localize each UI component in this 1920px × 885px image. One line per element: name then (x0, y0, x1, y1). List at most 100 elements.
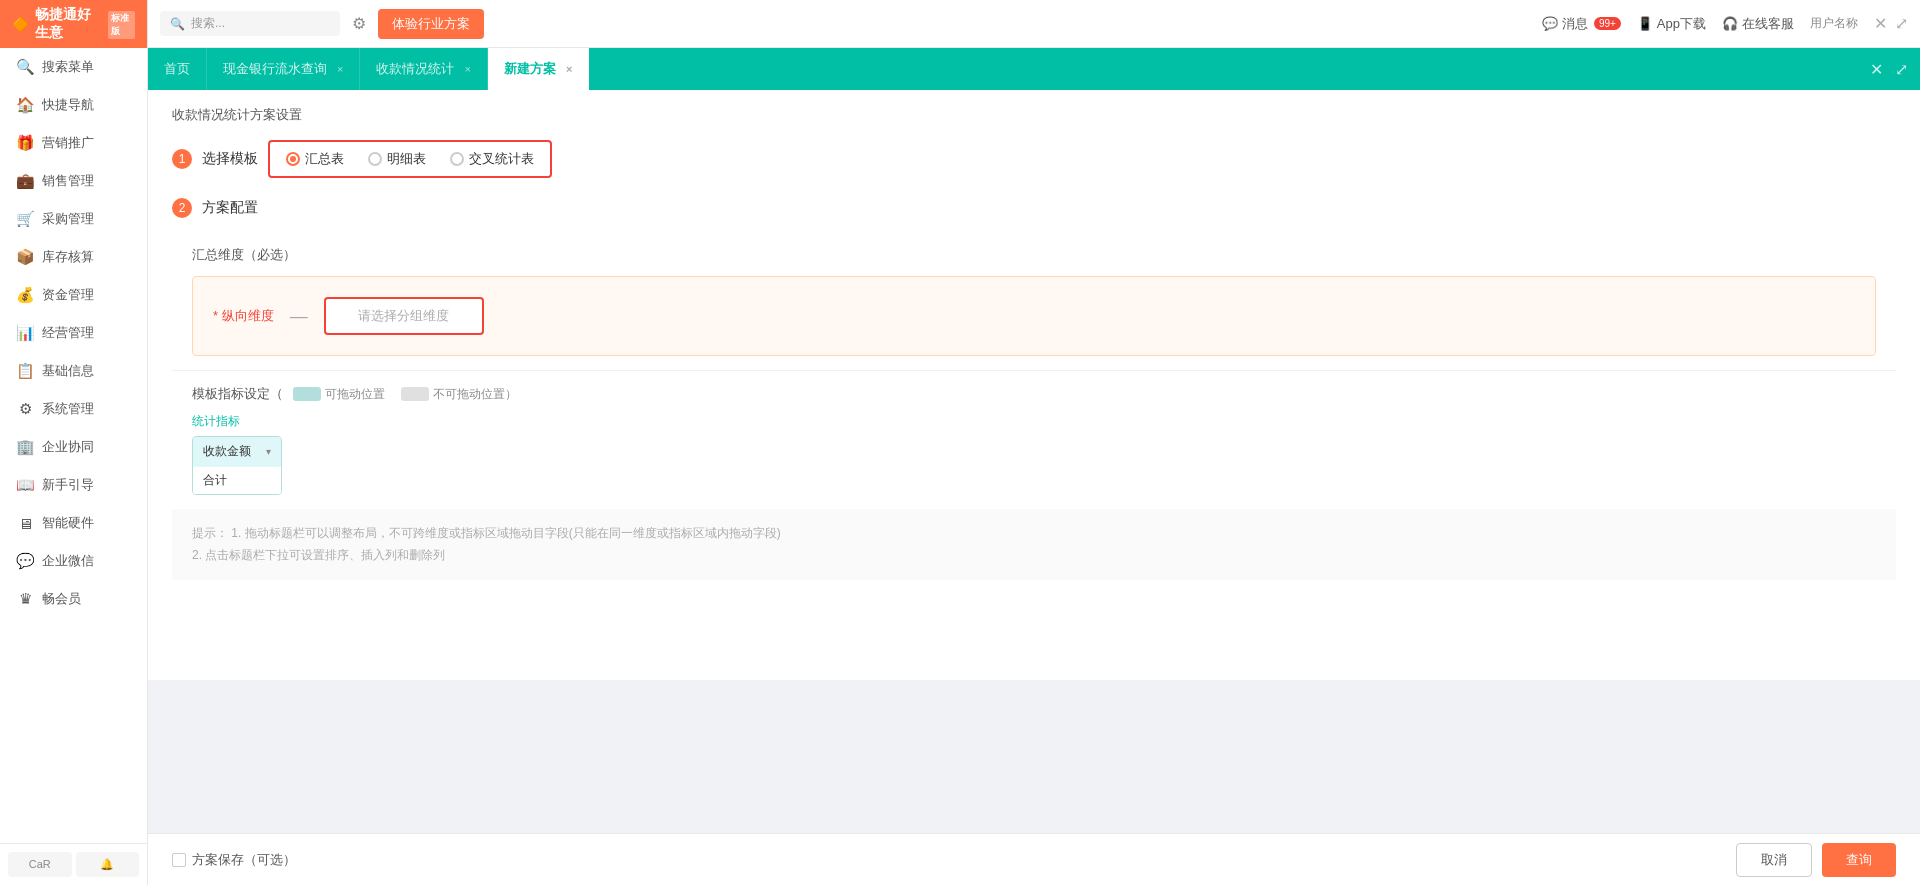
sidebar-item-13[interactable]: 💬 企业微信 (0, 542, 147, 580)
sidebar-logo: 🔶 畅捷通好生意 标准版 (0, 0, 147, 48)
sidebar-label-5: 库存核算 (42, 248, 94, 266)
template-option-cross[interactable]: 交叉统计表 (450, 150, 534, 168)
sidebar-icon-10: 🏢 (16, 438, 34, 456)
sidebar-item-11[interactable]: 📖新手引导 (0, 466, 147, 504)
sidebar-item-2[interactable]: 🎁营销推广 (0, 124, 147, 162)
radio-detail[interactable] (368, 152, 382, 166)
sidebar-icon-8: 📋 (16, 362, 34, 380)
step1-number: 1 (172, 149, 192, 169)
sidebar-label-7: 经营管理 (42, 324, 94, 342)
step1-label: 选择模板 (202, 150, 258, 168)
sidebar-icon-11: 📖 (16, 476, 34, 494)
step1-header: 1 选择模板 汇总表 明细表 交叉统计表 (172, 140, 1896, 178)
cancel-button[interactable]: 取消 (1736, 843, 1812, 877)
radio-summary[interactable] (286, 152, 300, 166)
template-option-detail[interactable]: 明细表 (368, 150, 426, 168)
template-detail-label: 明细表 (387, 150, 426, 168)
sidebar-item-0[interactable]: 🔍 搜索菜单 (0, 48, 147, 86)
dimension-arrow: — (290, 306, 308, 327)
nav-tab-3[interactable]: 新建方案 × (488, 48, 589, 90)
query-button[interactable]: 查询 (1822, 843, 1896, 877)
download-item[interactable]: 📱 App下载 (1637, 15, 1706, 33)
notification-icon: 💬 (1542, 16, 1558, 31)
nav-tab-2[interactable]: 收款情况统计 × (360, 48, 487, 90)
sidebar-icon-7: 📊 (16, 324, 34, 342)
sidebar-item-8[interactable]: 📋基础信息 (0, 352, 147, 390)
template-option-summary[interactable]: 汇总表 (286, 150, 344, 168)
metric-card: 收款金额 ▾ 合计 (192, 436, 282, 495)
step2-section: 2 方案配置 汇总维度（必选） * 纵向维度 — 请选择分组维度 (172, 198, 1896, 580)
template-options: 汇总表 明细表 交叉统计表 (268, 140, 552, 178)
sidebar-item-12[interactable]: 🖥智能硬件 (0, 504, 147, 542)
sidebar-bottom-btn-bell[interactable]: 🔔 (76, 852, 140, 877)
sidebar-label-3: 销售管理 (42, 172, 94, 190)
tab-close-2[interactable]: × (464, 63, 470, 75)
logo-badge: 标准版 (108, 11, 135, 39)
sidebar-icon-13: 💬 (16, 552, 34, 570)
metric-card-row: 合计 (193, 466, 281, 494)
nav-close-all-icon[interactable]: ✕ (1870, 60, 1883, 79)
radio-cross[interactable] (450, 152, 464, 166)
metric-grid: 统计指标 收款金额 ▾ 合计 (192, 413, 1876, 495)
metric-card-header[interactable]: 收款金额 ▾ (193, 437, 281, 466)
nav-tab-1[interactable]: 现金银行流水查询× (207, 48, 360, 90)
save-label: 方案保存（可选） (192, 851, 296, 869)
metric-category-label: 统计指标 (192, 413, 1876, 430)
service-icon: 🎧 (1722, 16, 1738, 31)
notification-item[interactable]: 💬 消息 99+ (1542, 15, 1621, 33)
sidebar-item-9[interactable]: ⚙系统管理 (0, 390, 147, 428)
nav-tabs-right: ✕ ⤢ (1870, 60, 1920, 79)
tab-label-0: 首页 (164, 60, 190, 78)
sidebar-item-7[interactable]: 📊 经营管理 (0, 314, 147, 352)
sidebar-item-3[interactable]: 💼销售管理 (0, 162, 147, 200)
sidebar-label-2: 营销推广 (42, 134, 94, 152)
sidebar-label-0: 搜索菜单 (42, 58, 94, 76)
tip-line-2: 2. 点击标题栏下拉可设置排序、插入列和删除列 (192, 545, 1876, 567)
step1-section: 1 选择模板 汇总表 明细表 交叉统计表 (172, 140, 1896, 178)
sidebar-item-6[interactable]: 💰资金管理 (0, 276, 147, 314)
sidebar-label-13: 企业微信 (42, 552, 94, 570)
tab-label-3: 新建方案 (504, 60, 556, 78)
legend-draggable-box (293, 387, 321, 401)
trial-button[interactable]: 体验行业方案 (378, 9, 484, 39)
chevron-down-icon[interactable]: ▾ (266, 446, 271, 457)
content-inner: 收款情况统计方案设置 1 选择模板 汇总表 明细表 (148, 90, 1920, 680)
tab-close-3[interactable]: × (566, 63, 572, 75)
sidebar-item-1[interactable]: 🏠快捷导航 (0, 86, 147, 124)
save-checkbox[interactable] (172, 853, 186, 867)
download-icon: 📱 (1637, 16, 1653, 31)
search-box[interactable]: 🔍 搜索... (160, 11, 340, 36)
nav-tab-0[interactable]: 首页 (148, 48, 207, 90)
sidebar: 🔶 畅捷通好生意 标准版 🔍 搜索菜单 🏠快捷导航🎁营销推广💼销售管理🛒采购管理📦库… (0, 0, 148, 885)
sidebar-icon-9: ⚙ (16, 400, 34, 418)
sidebar-label-6: 资金管理 (42, 286, 94, 304)
window-maximize-icon[interactable]: ⤢ (1895, 14, 1908, 33)
window-close-icon[interactable]: ✕ (1874, 14, 1887, 33)
nav-expand-icon[interactable]: ⤢ (1895, 60, 1908, 79)
sidebar-item-5[interactable]: 📦库存核算 (0, 238, 147, 276)
sidebar-icon-14: ♛ (16, 590, 34, 608)
sidebar-item-14[interactable]: ♛畅会员 (0, 580, 147, 618)
service-item[interactable]: 🎧 在线客服 (1722, 15, 1794, 33)
metric-card-header-text: 收款金额 (203, 443, 251, 460)
sidebar-icon-0: 🔍 (16, 58, 34, 76)
template-cross-label: 交叉统计表 (469, 150, 534, 168)
sidebar-item-10[interactable]: 🏢企业协同 (0, 428, 147, 466)
user-name: 用户名称 (1810, 15, 1858, 32)
save-checkbox-area[interactable]: 方案保存（可选） (172, 851, 296, 869)
metric-title-text: 模板指标设定（ (192, 385, 283, 403)
tab-label-2: 收款情况统计 (376, 60, 454, 78)
page-title: 收款情况统计方案设置 (172, 106, 1896, 124)
dimension-select-box[interactable]: 请选择分组维度 (324, 297, 484, 335)
gear-icon[interactable]: ⚙ (352, 14, 366, 33)
sidebar-bottom-btn-car[interactable]: CaR (8, 852, 72, 877)
sidebar-item-4[interactable]: 🛒采购管理 (0, 200, 147, 238)
notification-label: 消息 (1562, 15, 1588, 33)
tip-line-1: 提示： 1. 拖动标题栏可以调整布局，不可跨维度或指标区域拖动目字段(只能在同一… (192, 523, 1876, 545)
dimension-subsection: 汇总维度（必选） * 纵向维度 — 请选择分组维度 (172, 232, 1896, 371)
dimension-row: * 纵向维度 — 请选择分组维度 (213, 297, 484, 335)
logo-text: 畅捷通好生意 (35, 6, 102, 42)
nav-tabs: 首页现金银行流水查询× 收款情况统计 × 新建方案 × ✕ ⤢ (148, 48, 1920, 90)
search-placeholder-text: 搜索... (191, 15, 225, 32)
tab-close-1[interactable]: × (337, 63, 343, 75)
